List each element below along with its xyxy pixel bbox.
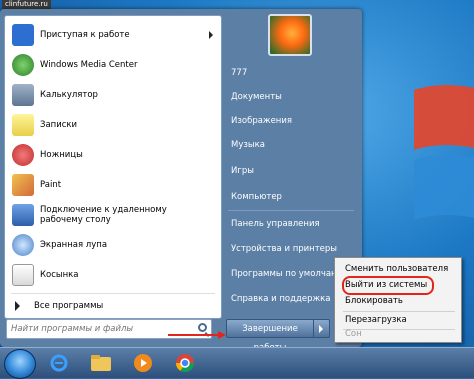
right-separator [228,210,354,211]
program-label: Ножницы [40,150,83,160]
watermark-label: clinfuture.ru [2,0,51,9]
program-item-sticky-notes[interactable]: Записки [7,110,217,140]
right-item-control-panel[interactable]: Панель управления [226,214,358,234]
menu-item-switch-user[interactable]: Сменить пользователя [345,261,448,277]
paint-icon [12,174,34,196]
sticky-notes-icon [12,114,34,136]
search-input[interactable] [11,322,191,336]
chrome-icon[interactable] [170,351,200,375]
right-item-pictures[interactable]: Изображения [226,111,358,131]
program-label: Калькулятор [40,90,98,100]
remote-desktop-icon [12,204,34,226]
user-avatar[interactable] [268,14,312,56]
shutdown-button[interactable]: Завершение работы [226,319,314,353]
right-item-computer[interactable]: Компьютер [226,187,358,207]
shutdown-submenu: Сменить пользователя Выйти из системы Бл… [334,257,462,343]
windows-flag-wallpaper-icon [414,85,474,220]
program-item-getting-started[interactable]: Приступая к работе [7,20,217,50]
menu-item-lock[interactable]: Блокировать [345,293,403,309]
right-item-games[interactable]: Игры [226,161,358,181]
all-programs-button[interactable]: Все программы [7,297,217,315]
program-item-magnifier[interactable]: Экранная лупа [7,230,217,260]
file-explorer-icon[interactable] [86,351,116,375]
program-label: Экранная лупа [40,240,108,250]
getting-started-icon [12,24,34,46]
programs-panel: Приступая к работе Windows Media Center … [4,15,222,319]
program-label: Записки [40,120,78,130]
program-item-snipping-tool[interactable]: Ножницы [7,140,217,170]
scissors-icon [12,144,34,166]
program-label: Paint [40,180,62,190]
right-item-devices-printers[interactable]: Устройства и принтеры [226,239,358,259]
start-orb-icon[interactable] [4,349,36,379]
menu-item-sleep: Сон [345,329,362,339]
program-item-remote-desktop[interactable]: Подключение к удаленному рабочему столу [7,200,217,230]
program-label: Windows Media Center [40,60,138,70]
right-item-user[interactable]: 777 [226,63,358,83]
program-label: Подключение к удаленному рабочему столу [40,205,167,225]
solitaire-icon [12,264,34,286]
media-player-icon[interactable] [128,351,158,375]
annotation-arrow-icon [168,331,226,339]
program-item-media-center[interactable]: Windows Media Center [7,50,217,80]
all-programs-label: Все программы [34,301,104,311]
program-item-solitaire[interactable]: Косынка [7,260,217,290]
submenu-arrow-icon [209,31,213,39]
start-menu: Приступая к работе Windows Media Center … [0,9,362,353]
shutdown-options-button[interactable] [314,319,330,338]
right-item-music[interactable]: Музыка [226,135,358,155]
internet-explorer-icon[interactable] [44,351,74,375]
program-label: Приступая к работе [40,30,130,40]
program-item-calculator[interactable]: Калькулятор [7,80,217,110]
right-item-documents[interactable]: Документы [226,87,358,107]
taskbar [0,347,474,379]
programs-separator [11,293,215,294]
program-label: Косынка [40,270,79,280]
expand-arrow-icon [15,301,20,311]
chevron-right-icon [319,325,323,333]
windows-media-center-icon [12,54,34,76]
program-item-paint[interactable]: Paint [7,170,217,200]
magnifier-icon [12,234,34,256]
calculator-icon [12,84,34,106]
